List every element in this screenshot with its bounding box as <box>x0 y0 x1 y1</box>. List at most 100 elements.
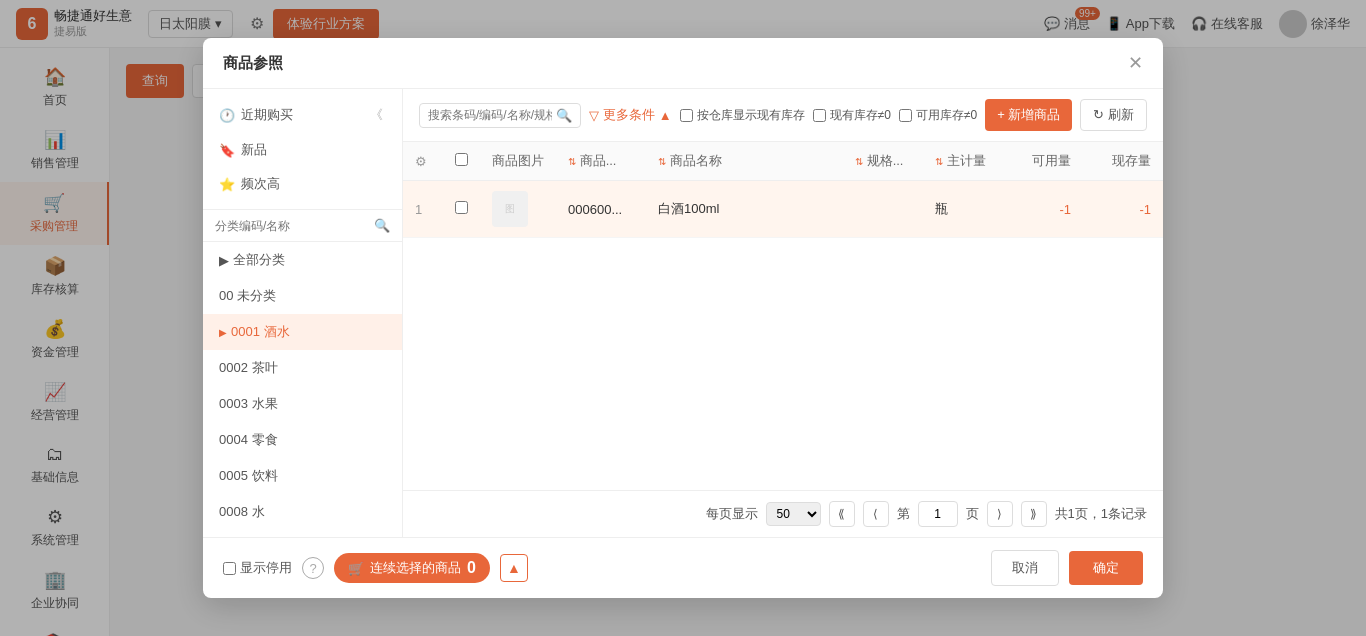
cell-stock: -1 <box>1083 181 1163 238</box>
category-item-0002[interactable]: 0002 茶叶 <box>203 350 402 386</box>
col-header-unit[interactable]: ⇅ 主计量 <box>923 142 1003 181</box>
category-item-0001[interactable]: ▶ 0001 酒水 <box>203 314 402 350</box>
tab-new[interactable]: 🔖 新品 <box>203 133 402 167</box>
cell-spec <box>843 181 923 238</box>
cart-button[interactable]: 🛒 连续选择的商品 0 <box>334 553 490 583</box>
product-table-wrap: ⚙ 商品图片 ⇅ 商品... ⇅ <box>403 142 1163 490</box>
product-search-input[interactable] <box>428 108 552 122</box>
pagination: 每页显示 50 20 100 ⟪ ⟨ 第 页 ⟩ ⟫ 共1页，1条记录 <box>403 490 1163 537</box>
category-label-all: 全部分类 <box>233 251 285 269</box>
filter-label: 更多条件 <box>603 106 655 124</box>
filter-icon: ▽ <box>589 108 599 123</box>
row-checkbox[interactable] <box>455 201 468 214</box>
category-item-0004[interactable]: 0004 零食 <box>203 422 402 458</box>
product-unit: 瓶 <box>935 201 948 216</box>
frequent-icon: ⭐ <box>219 177 235 192</box>
category-label-0004: 0004 零食 <box>219 431 278 449</box>
col-header-settings[interactable]: ⚙ <box>403 142 443 181</box>
page-size-select[interactable]: 50 20 100 <box>766 502 821 526</box>
stock-checkbox[interactable] <box>813 109 826 122</box>
modal-title: 商品参照 <box>223 54 283 73</box>
category-item-0003[interactable]: 0003 水果 <box>203 386 402 422</box>
collapse-icon[interactable]: 《 <box>366 105 386 125</box>
product-stock: -1 <box>1139 202 1151 217</box>
tab-new-label: 新品 <box>241 141 267 159</box>
prev-page-button[interactable]: ⟨ <box>863 501 889 527</box>
cell-name: 白酒100ml <box>646 181 843 238</box>
show-disabled-checkbox[interactable]: 显示停用 <box>223 559 292 577</box>
modal-close-button[interactable]: ✕ <box>1128 52 1143 74</box>
search-icon: 🔍 <box>374 218 390 233</box>
category-item-0008[interactable]: 0008 水 <box>203 494 402 530</box>
product-image: 图 <box>492 191 528 227</box>
category-item-0005[interactable]: 0005 饮料 <box>203 458 402 494</box>
tab-frequent[interactable]: ⭐ 频次高 <box>203 167 402 201</box>
product-search-box[interactable]: 🔍 <box>419 103 581 128</box>
category-label-0008: 0008 水 <box>219 503 265 521</box>
category-search-input[interactable] <box>215 219 370 233</box>
warehouse-filter[interactable]: 按仓库显示现有库存 <box>680 107 805 124</box>
confirm-button[interactable]: 确定 <box>1069 551 1143 585</box>
col-header-check[interactable] <box>443 142 480 181</box>
product-code: 000600... <box>568 202 622 217</box>
category-item-00[interactable]: 00 未分类 <box>203 278 402 314</box>
page-size-label: 每页显示 <box>706 505 758 523</box>
stock-filter-label: 现有库存≠0 <box>830 107 891 124</box>
search-submit-icon[interactable]: 🔍 <box>556 108 572 123</box>
col-spec-label: 规格... <box>867 153 904 168</box>
recent-icon: 🕐 <box>219 108 235 123</box>
available-filter-label: 可用库存≠0 <box>916 107 977 124</box>
cell-avail: -1 <box>1003 181 1083 238</box>
cart-label: 连续选择的商品 <box>370 559 461 577</box>
category-list: ▶ 全部分类 00 未分类 ▶ 0001 酒水 0002 茶叶 0003 水果 <box>203 242 402 537</box>
chevron-up-icon: ▲ <box>659 108 672 123</box>
col-header-name[interactable]: ⇅ 商品名称 <box>646 142 843 181</box>
modal-footer: 显示停用 ? 🛒 连续选择的商品 0 ▲ 取消 确定 <box>203 537 1163 598</box>
cell-num: 1 <box>403 181 443 238</box>
footer-collapse-button[interactable]: ▲ <box>500 554 528 582</box>
filter-button[interactable]: ▽ 更多条件 ▲ <box>589 106 672 124</box>
table-row[interactable]: 1 图 000600... 白酒100ml <box>403 181 1163 238</box>
last-page-button[interactable]: ⟫ <box>1021 501 1047 527</box>
tab-recent[interactable]: 🕐 近期购买 《 <box>203 97 402 133</box>
add-product-button[interactable]: + 新增商品 <box>985 99 1072 131</box>
page-label: 第 <box>897 505 910 523</box>
page-unit: 页 <box>966 505 979 523</box>
category-item-all[interactable]: ▶ 全部分类 <box>203 242 402 278</box>
available-checkbox[interactable] <box>899 109 912 122</box>
arrow-icon: ▶ <box>219 253 229 268</box>
product-available: -1 <box>1059 202 1071 217</box>
sort-icon-spec: ⇅ <box>855 156 863 167</box>
table-header-row: ⚙ 商品图片 ⇅ 商品... ⇅ <box>403 142 1163 181</box>
cart-count: 0 <box>467 559 476 577</box>
category-label-00: 00 未分类 <box>219 287 276 305</box>
cell-unit: 瓶 <box>923 181 1003 238</box>
product-reference-modal: 商品参照 ✕ 🕐 近期购买 《 🔖 新品 <box>203 38 1163 598</box>
category-label-0002: 0002 茶叶 <box>219 359 278 377</box>
table-toolbar: 🔍 ▽ 更多条件 ▲ 按仓库显示现有库存 现有库存≠0 <box>403 89 1163 142</box>
col-header-spec[interactable]: ⇅ 规格... <box>843 142 923 181</box>
col-header-img: 商品图片 <box>480 142 556 181</box>
select-all-checkbox[interactable] <box>455 153 468 166</box>
page-input[interactable] <box>918 501 958 527</box>
warehouse-checkbox[interactable] <box>680 109 693 122</box>
category-label-0003: 0003 水果 <box>219 395 278 413</box>
col-img-label: 商品图片 <box>492 153 544 168</box>
category-item-0010[interactable]: 0010 家电 <box>203 530 402 537</box>
show-disabled-label: 显示停用 <box>240 559 292 577</box>
table-panel: 🔍 ▽ 更多条件 ▲ 按仓库显示现有库存 现有库存≠0 <box>403 89 1163 537</box>
available-filter[interactable]: 可用库存≠0 <box>899 107 977 124</box>
disabled-checkbox[interactable] <box>223 562 236 575</box>
help-icon[interactable]: ? <box>302 557 324 579</box>
refresh-product-button[interactable]: ↻ 刷新 <box>1080 99 1147 131</box>
col-stock-label: 现存量 <box>1112 153 1151 168</box>
cell-code: 000600... <box>556 181 646 238</box>
category-tabs: 🕐 近期购买 《 🔖 新品 ⭐ 频次高 <box>203 89 402 210</box>
col-header-code[interactable]: ⇅ 商品... <box>556 142 646 181</box>
first-page-button[interactable]: ⟪ <box>829 501 855 527</box>
cancel-button[interactable]: 取消 <box>991 550 1059 586</box>
footer-left: 显示停用 ? 🛒 连续选择的商品 0 ▲ <box>223 553 981 583</box>
cell-check[interactable] <box>443 181 480 238</box>
next-page-button[interactable]: ⟩ <box>987 501 1013 527</box>
stock-filter[interactable]: 现有库存≠0 <box>813 107 891 124</box>
